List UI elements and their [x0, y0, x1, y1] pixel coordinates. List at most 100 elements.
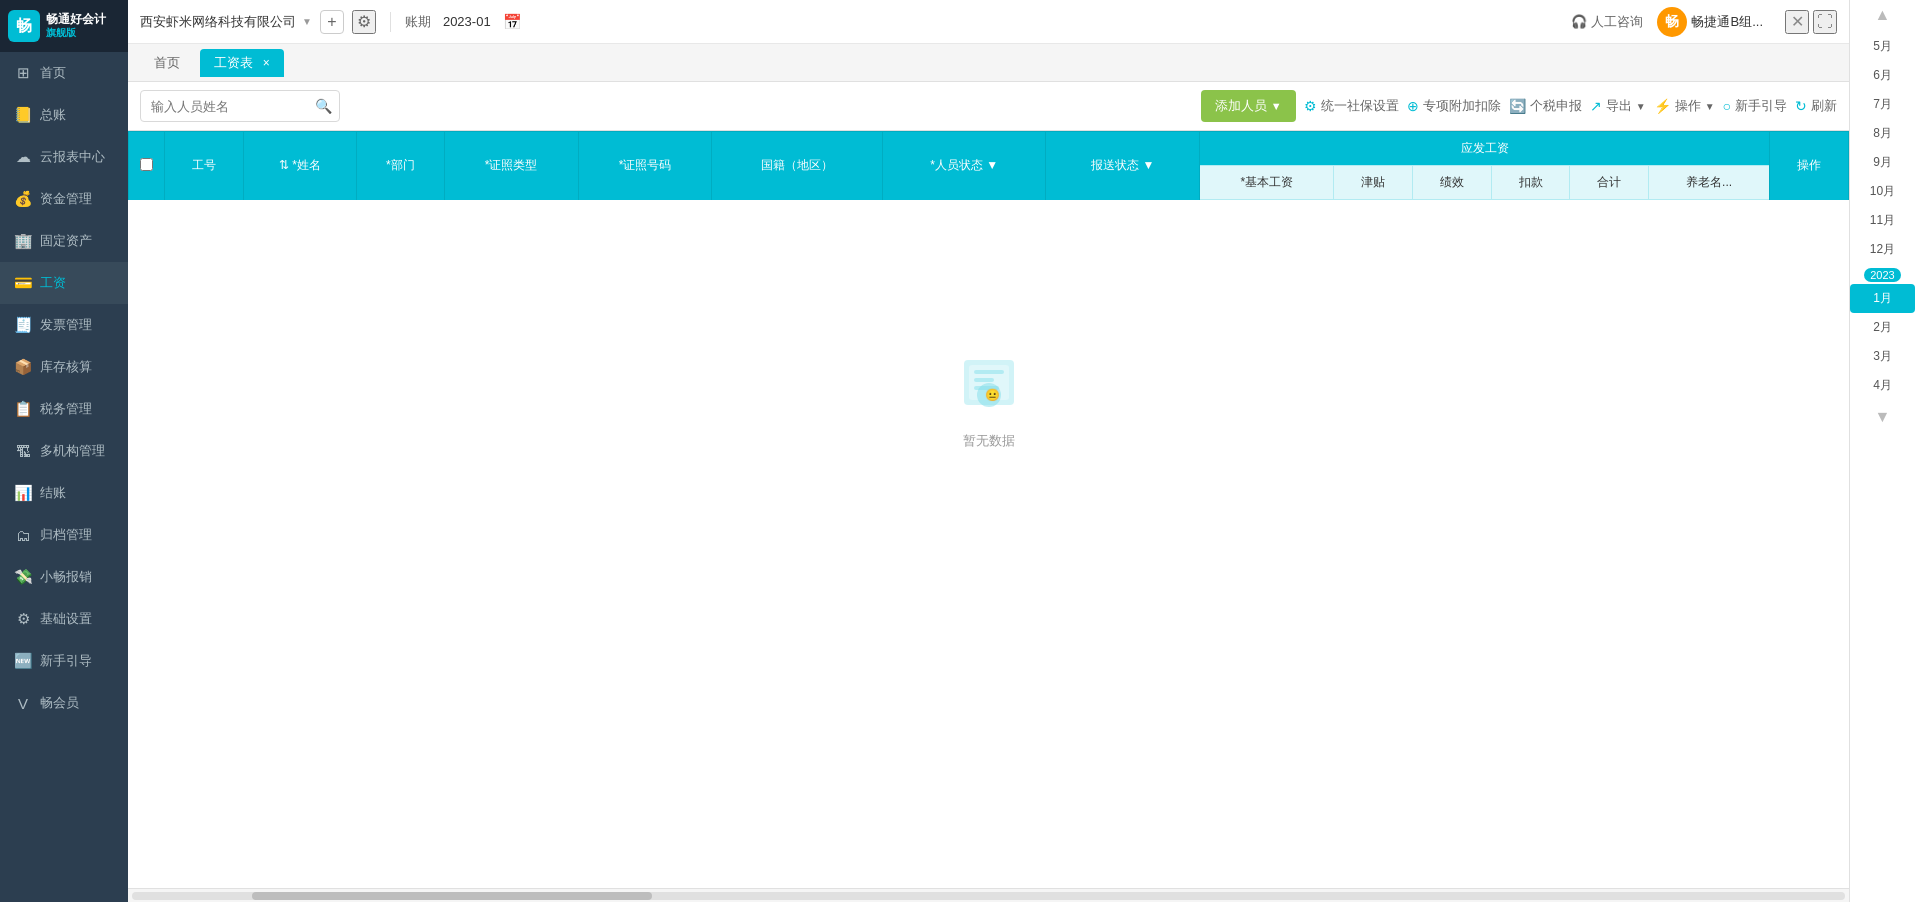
sidebar-item-expense[interactable]: 💸 小畅报销: [0, 556, 128, 598]
sidebar-icon-cloud-report: ☁: [14, 148, 32, 166]
sidebar-item-inventory[interactable]: 📦 库存核算: [0, 346, 128, 388]
customer-service-button[interactable]: 🎧 人工咨询: [1571, 13, 1643, 31]
col-subsidy: 津贴: [1334, 166, 1413, 200]
company-dropdown-icon: ▼: [302, 16, 312, 27]
sidebar: 畅 畅通好会计 旗舰版 ⊞ 首页 📒 总账 ☁ 云报表中心 💰 资金管理 🏢 固…: [0, 0, 128, 902]
month-4[interactable]: 4月: [1850, 371, 1915, 400]
sidebar-icon-fund: 💰: [14, 190, 32, 208]
toolbar: 🔍 添加人员 ▼ ⚙ 统一社保设置 ⊕ 专项附加扣除 🔄 个税申报 ↗ 导出 ▼…: [128, 82, 1849, 131]
user-info[interactable]: 畅 畅捷通B组...: [1657, 7, 1763, 37]
guide-button[interactable]: ○ 新手引导: [1723, 97, 1787, 115]
month-3[interactable]: 3月: [1850, 342, 1915, 371]
sidebar-icon-expense: 💸: [14, 568, 32, 586]
search-icon: 🔍: [315, 98, 332, 114]
month-7[interactable]: 7月: [1850, 90, 1915, 119]
add-company-button[interactable]: +: [320, 10, 344, 34]
period-value: 2023-01: [443, 14, 491, 29]
add-person-button[interactable]: 添加人员 ▼: [1201, 90, 1296, 122]
sidebar-label-fund: 资金管理: [40, 190, 92, 208]
select-all-checkbox[interactable]: [140, 158, 153, 171]
refresh-label: 刷新: [1811, 97, 1837, 115]
sidebar-item-member[interactable]: V 畅会员: [0, 682, 128, 724]
search-wrapper: 🔍: [140, 90, 340, 122]
sidebar-item-home[interactable]: ⊞ 首页: [0, 52, 128, 94]
refresh-button[interactable]: ↻ 刷新: [1795, 97, 1837, 115]
sidebar-label-cloud-report: 云报表中心: [40, 148, 105, 166]
sidebar-item-archive[interactable]: 🗂 归档管理: [0, 514, 128, 556]
sidebar-label-member: 畅会员: [40, 694, 79, 712]
special-deduction-button[interactable]: ⊕ 专项附加扣除: [1407, 97, 1501, 115]
month-5[interactable]: 5月: [1850, 32, 1915, 61]
refresh-icon: ↻: [1795, 98, 1807, 114]
month-8[interactable]: 8月: [1850, 119, 1915, 148]
sidebar-item-salary[interactable]: 💳 工资: [0, 262, 128, 304]
maximize-window-button[interactable]: ⛶: [1813, 10, 1837, 34]
sidebar-item-close[interactable]: 📊 结账: [0, 472, 128, 514]
date-nav-down[interactable]: ▼: [1873, 406, 1893, 428]
avatar: 畅: [1657, 7, 1687, 37]
sidebar-icon-tax: 📋: [14, 400, 32, 418]
sidebar-item-fund[interactable]: 💰 资金管理: [0, 178, 128, 220]
operation-icon: ⚡: [1654, 98, 1671, 114]
empty-state: 😐 暂无数据: [129, 260, 1849, 530]
sidebar-label-multi-org: 多机构管理: [40, 442, 105, 460]
tab-salary[interactable]: 工资表 ×: [200, 49, 284, 77]
month-9[interactable]: 9月: [1850, 148, 1915, 177]
col-performance: 绩效: [1412, 166, 1491, 200]
month-2[interactable]: 2月: [1850, 313, 1915, 342]
col-name: ⇅ *姓名: [243, 132, 356, 200]
checkbox-header[interactable]: [129, 132, 165, 200]
col-operation: 操作: [1770, 132, 1849, 200]
col-status: *人员状态 ▼: [883, 132, 1046, 200]
svg-text:😐: 😐: [985, 387, 1000, 402]
empty-icon: 😐: [949, 340, 1029, 420]
company-selector[interactable]: 西安虾米网络科技有限公司 ▼: [140, 13, 312, 31]
settings-icon[interactable]: ⚙: [352, 10, 376, 34]
sidebar-icon-member: V: [14, 695, 32, 712]
sidebar-item-fixed-assets[interactable]: 🏢 固定资产: [0, 220, 128, 262]
sidebar-icon-home: ⊞: [14, 64, 32, 82]
calendar-icon[interactable]: 📅: [503, 13, 522, 31]
add-person-dropdown-icon: ▼: [1271, 100, 1282, 112]
logo-icon: 畅: [8, 10, 40, 42]
search-input[interactable]: [140, 90, 340, 122]
sidebar-label-guide: 新手引导: [40, 652, 92, 670]
month-11[interactable]: 11月: [1850, 206, 1915, 235]
month-10[interactable]: 10月: [1850, 177, 1915, 206]
operation-button[interactable]: ⚡ 操作 ▼: [1654, 97, 1715, 115]
sidebar-icon-fixed-assets: 🏢: [14, 232, 32, 250]
social-security-button[interactable]: ⚙ 统一社保设置: [1304, 97, 1399, 115]
sidebar-item-multi-org[interactable]: 🏗 多机构管理: [0, 430, 128, 472]
year-badge: 2023: [1864, 268, 1900, 282]
special-deduction-label: 专项附加扣除: [1423, 97, 1501, 115]
tab-home[interactable]: 首页: [140, 49, 194, 77]
sidebar-item-tax[interactable]: 📋 税务管理: [0, 388, 128, 430]
col-total: 合计: [1570, 166, 1649, 200]
export-label: 导出: [1606, 97, 1632, 115]
topbar-right: 🎧 人工咨询 畅 畅捷通B组... ✕ ⛶: [1571, 7, 1837, 37]
headset-icon: 🎧: [1571, 14, 1587, 29]
sidebar-item-settings[interactable]: ⚙ 基础设置: [0, 598, 128, 640]
personal-tax-button[interactable]: 🔄 个税申报: [1509, 97, 1582, 115]
export-button[interactable]: ↗ 导出 ▼: [1590, 97, 1646, 115]
sidebar-icon-close: 📊: [14, 484, 32, 502]
col-dept: *部门: [357, 132, 445, 200]
month-1-active[interactable]: 1月: [1850, 284, 1915, 313]
app-logo: 畅 畅通好会计 旗舰版: [0, 0, 128, 52]
sidebar-item-invoice[interactable]: 🧾 发票管理: [0, 304, 128, 346]
operation-dropdown-icon: ▼: [1705, 101, 1715, 112]
topbar: 西安虾米网络科技有限公司 ▼ + ⚙ 账期 2023-01 📅 🎧 人工咨询 畅…: [128, 0, 1849, 44]
sidebar-icon-ledger: 📒: [14, 106, 32, 124]
sidebar-item-guide[interactable]: 🆕 新手引导: [0, 640, 128, 682]
sidebar-item-ledger[interactable]: 📒 总账: [0, 94, 128, 136]
social-security-label: 统一社保设置: [1321, 97, 1399, 115]
month-12[interactable]: 12月: [1850, 235, 1915, 264]
close-window-button[interactable]: ✕: [1785, 10, 1809, 34]
horizontal-scrollbar[interactable]: [128, 888, 1849, 902]
date-nav-up[interactable]: ▲: [1873, 4, 1893, 26]
sidebar-item-cloud-report[interactable]: ☁ 云报表中心: [0, 136, 128, 178]
tab-salary-close[interactable]: ×: [263, 56, 270, 70]
salary-table: 工号 ⇅ *姓名 *部门 *证照类型 *证照号码 国籍（地区） *人员状态 ▼ …: [128, 131, 1849, 590]
scrollbar-thumb[interactable]: [252, 892, 652, 900]
month-6[interactable]: 6月: [1850, 61, 1915, 90]
